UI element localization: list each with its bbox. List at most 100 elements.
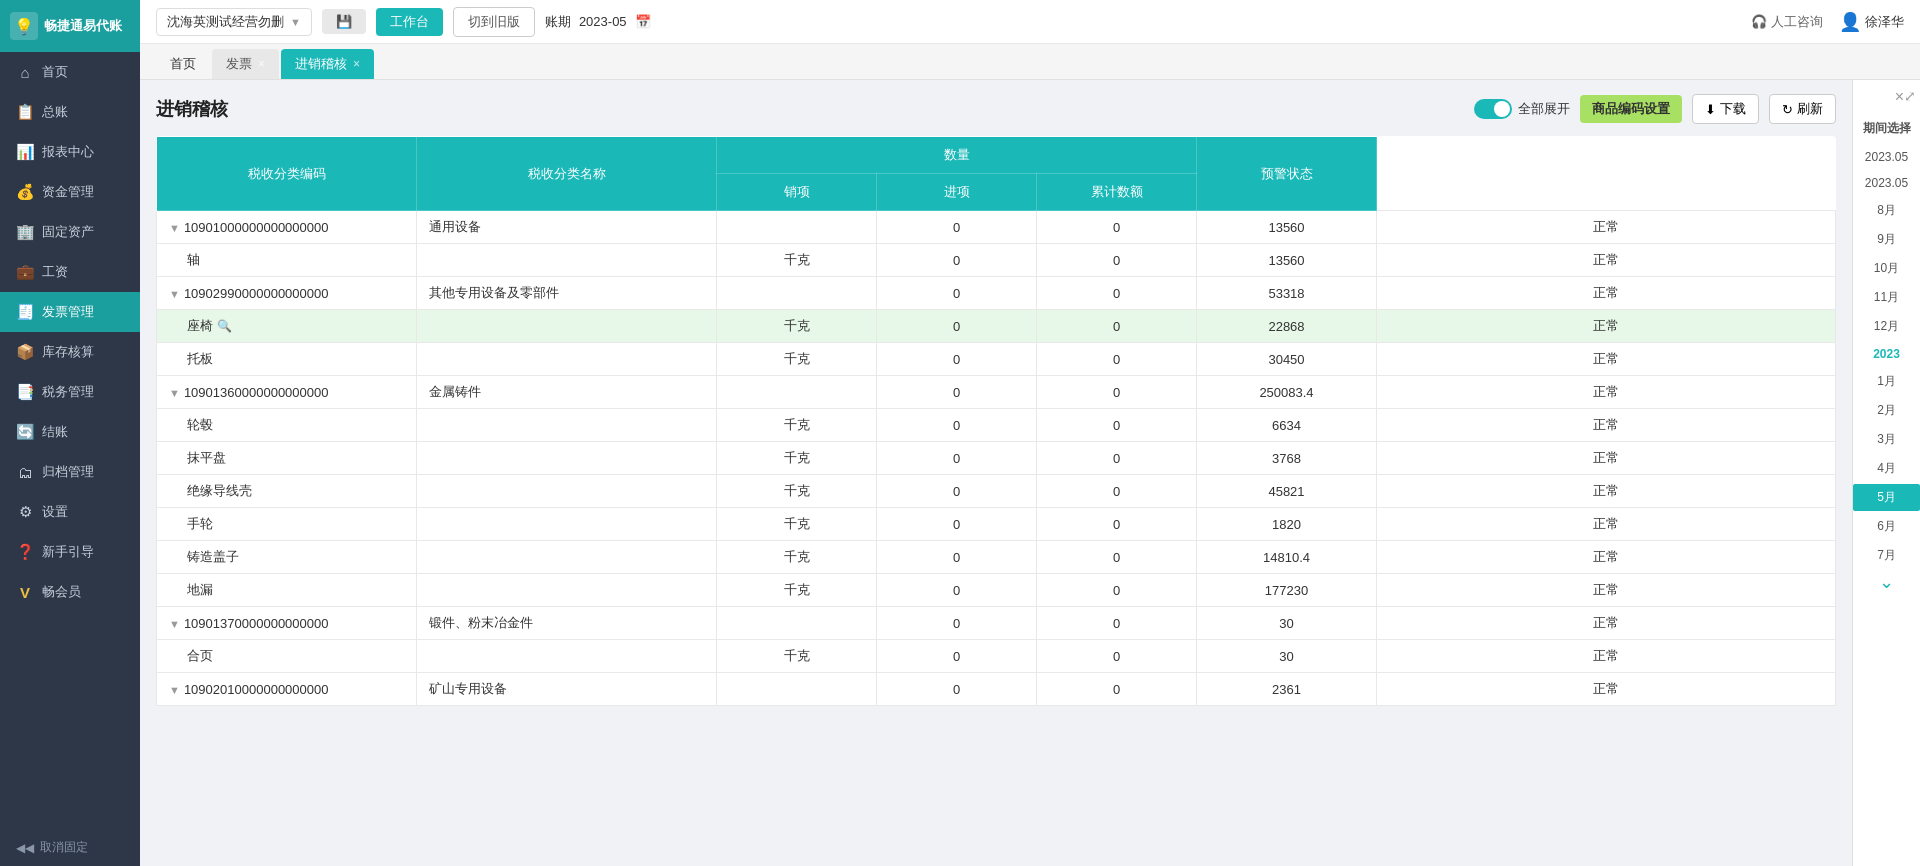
- cell-purchase: 0: [1037, 277, 1197, 310]
- period-item-12[interactable]: 12月: [1853, 313, 1920, 340]
- sidebar-item-salary[interactable]: 💼 工资: [0, 252, 140, 292]
- table-row[interactable]: 托板 千克 0 0 30450 正常: [157, 343, 1836, 376]
- company-selector[interactable]: 沈海英测试经营勿删 ▼: [156, 8, 312, 36]
- table-row[interactable]: ▼10902010000000000000 矿山专用设备 0 0 2361 正常: [157, 673, 1836, 706]
- table-row[interactable]: ▼10901000000000000000 通用设备 0 0 13560 正常: [157, 211, 1836, 244]
- cell-unit: 千克: [717, 244, 877, 277]
- table-row[interactable]: ▼10902990000000000000 其他专用设备及零部件 0 0 533…: [157, 277, 1836, 310]
- refresh-button[interactable]: ↻ 刷新: [1769, 94, 1836, 124]
- table-row[interactable]: 地漏 千克 0 0 177230 正常: [157, 574, 1836, 607]
- cell-status: 正常: [1377, 409, 1836, 442]
- expand-toggle-wrap: 全部展开: [1474, 99, 1570, 119]
- table-row[interactable]: 轮毂 千克 0 0 6634 正常: [157, 409, 1836, 442]
- workspace-button[interactable]: 工作台: [376, 8, 443, 36]
- product-code-button[interactable]: 商品编码设置: [1580, 95, 1682, 123]
- sidebar-item-settlement[interactable]: 🔄 结账: [0, 412, 140, 452]
- tab-home[interactable]: 首页: [156, 49, 210, 79]
- table-row[interactable]: 合页 千克 0 0 30 正常: [157, 640, 1836, 673]
- period-item-6[interactable]: 6月: [1853, 513, 1920, 540]
- sidebar-item-finance[interactable]: 💰 资金管理: [0, 172, 140, 212]
- period-item-10[interactable]: 10月: [1853, 255, 1920, 282]
- cell-status: 正常: [1377, 376, 1836, 409]
- panel-expand-button[interactable]: ⤢: [1904, 88, 1916, 104]
- tab-invoice-close-icon[interactable]: ×: [258, 57, 265, 71]
- sidebar-item-home[interactable]: ⌂ 首页: [0, 52, 140, 92]
- tab-invoice[interactable]: 发票 ×: [212, 49, 279, 79]
- tab-check[interactable]: 进销稽核 ×: [281, 49, 374, 79]
- cell-total: 177230: [1197, 574, 1377, 607]
- table-row[interactable]: ▼10901370000000000000 锻件、粉末冶金件 0 0 30 正常: [157, 607, 1836, 640]
- period-item-4[interactable]: 4月: [1853, 455, 1920, 482]
- download-label: 下载: [1720, 100, 1746, 118]
- sidebar-item-inventory[interactable]: 📦 库存核算: [0, 332, 140, 372]
- refresh-icon: ↻: [1782, 102, 1793, 117]
- table-row[interactable]: 铸造盖子 千克 0 0 14810.4 正常: [157, 541, 1836, 574]
- user-info: 👤 徐泽华: [1839, 11, 1904, 33]
- tax-icon: 📑: [16, 383, 34, 401]
- period-item-2023-05-2[interactable]: 2023.05: [1853, 171, 1920, 195]
- service-button[interactable]: 🎧 人工咨询: [1751, 13, 1823, 31]
- cell-unit: [717, 673, 877, 706]
- cell-purchase: 0: [1037, 475, 1197, 508]
- period-item-11[interactable]: 11月: [1853, 284, 1920, 311]
- refresh-label: 刷新: [1797, 100, 1823, 118]
- sidebar-item-label: 首页: [42, 63, 68, 81]
- cell-name: [417, 508, 717, 541]
- month-scroll-down[interactable]: ⌄: [1877, 569, 1896, 595]
- sidebar-item-vip[interactable]: V 畅会员: [0, 572, 140, 612]
- table-row[interactable]: ▼10901360000000000000 金属铸件 0 0 250083.4 …: [157, 376, 1836, 409]
- tab-home-label: 首页: [170, 55, 196, 73]
- sidebar-item-archive[interactable]: 🗂 归档管理: [0, 452, 140, 492]
- calendar-icon[interactable]: 📅: [635, 14, 651, 29]
- period-item-9[interactable]: 9月: [1853, 226, 1920, 253]
- page-header: 进销稽核 全部展开 商品编码设置 ⬇ 下载 ↻ 刷新: [156, 94, 1836, 124]
- cell-sale: 0: [877, 211, 1037, 244]
- sidebar-item-label: 固定资产: [42, 223, 94, 241]
- sidebar-item-invoice[interactable]: 🧾 发票管理: [0, 292, 140, 332]
- search-icon[interactable]: 🔍: [217, 319, 232, 333]
- period-item-8[interactable]: 8月: [1853, 197, 1920, 224]
- cell-name: [417, 310, 717, 343]
- panel-close-button[interactable]: ×: [1895, 88, 1904, 112]
- table-row[interactable]: 抹平盘 千克 0 0 3768 正常: [157, 442, 1836, 475]
- download-button[interactable]: ⬇ 下载: [1692, 94, 1759, 124]
- cell-name: [417, 442, 717, 475]
- save-button[interactable]: 💾: [322, 9, 366, 34]
- sidebar-item-label: 资金管理: [42, 183, 94, 201]
- unpin-button[interactable]: ◀◀ 取消固定: [0, 829, 140, 866]
- period-item-3[interactable]: 3月: [1853, 426, 1920, 453]
- cell-total: 13560: [1197, 211, 1377, 244]
- expand-toggle[interactable]: [1474, 99, 1512, 119]
- period-item-1[interactable]: 1月: [1853, 368, 1920, 395]
- table-row[interactable]: 绝缘导线壳 千克 0 0 45821 正常: [157, 475, 1836, 508]
- table-row[interactable]: 手轮 千克 0 0 1820 正常: [157, 508, 1836, 541]
- table-row[interactable]: 座椅 🔍 千克 0 0 22868 正常: [157, 310, 1836, 343]
- sidebar-item-ledger[interactable]: 📋 总账: [0, 92, 140, 132]
- period-item-2023-05-1[interactable]: 2023.05: [1853, 145, 1920, 169]
- table-row[interactable]: 轴 千克 0 0 13560 正常: [157, 244, 1836, 277]
- cell-sale: 0: [877, 244, 1037, 277]
- cell-code: 手轮: [157, 508, 417, 541]
- ledger-icon: 📋: [16, 103, 34, 121]
- cell-sale: 0: [877, 541, 1037, 574]
- cell-purchase: 0: [1037, 244, 1197, 277]
- tab-check-close-icon[interactable]: ×: [353, 57, 360, 71]
- cell-code: ▼10901370000000000000: [157, 607, 417, 640]
- cell-purchase: 0: [1037, 541, 1197, 574]
- period-value: 2023-05: [579, 14, 627, 29]
- th-quantity-group: 数量: [717, 137, 1197, 174]
- cell-sale: 0: [877, 343, 1037, 376]
- cell-unit: 千克: [717, 640, 877, 673]
- cell-code: 座椅 🔍: [157, 310, 417, 343]
- period-item-7[interactable]: 7月: [1853, 542, 1920, 569]
- sidebar-item-guide[interactable]: ❓ 新手引导: [0, 532, 140, 572]
- sidebar-item-label: 总账: [42, 103, 68, 121]
- period-item-5[interactable]: 5月: [1853, 484, 1920, 511]
- sidebar-item-tax[interactable]: 📑 税务管理: [0, 372, 140, 412]
- period-item-2[interactable]: 2月: [1853, 397, 1920, 424]
- sidebar-item-assets[interactable]: 🏢 固定资产: [0, 212, 140, 252]
- cell-name: 金属铸件: [417, 376, 717, 409]
- sidebar-item-settings[interactable]: ⚙ 设置: [0, 492, 140, 532]
- oldver-button[interactable]: 切到旧版: [453, 7, 535, 37]
- sidebar-item-reports[interactable]: 📊 报表中心: [0, 132, 140, 172]
